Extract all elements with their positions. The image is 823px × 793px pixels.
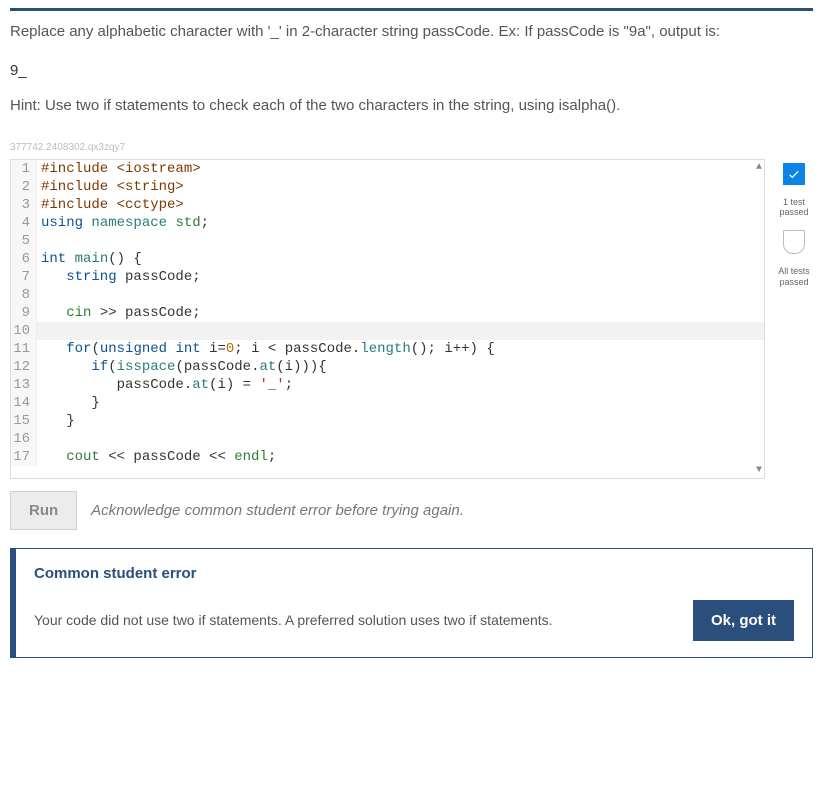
all-tests-shield-icon [783,230,805,254]
top-accent-border [10,8,813,11]
code-cell[interactable] [37,286,41,304]
status-column: 1 test passed All tests passed [775,159,813,479]
line-number: 10 [11,322,37,340]
line-number: 16 [11,430,37,448]
challenge-id: 377742.2408302.qx3zqy7 [10,142,813,153]
code-line[interactable]: 10 [11,322,764,340]
code-line[interactable]: 3#include <cctype> [11,196,764,214]
line-number: 15 [11,412,37,430]
common-error-panel: Common student error Your code did not u… [10,548,813,658]
line-number: 5 [11,232,37,250]
code-cell[interactable]: using namespace std; [37,214,209,232]
code-line[interactable]: 9 cin >> passCode; [11,304,764,322]
ok-got-it-button[interactable]: Ok, got it [693,600,794,641]
line-number: 1 [11,160,37,178]
editor-wrap: ▲ 1#include <iostream>2#include <string>… [10,159,813,479]
code-line[interactable]: 11 for(unsigned int i=0; i < passCode.le… [11,340,764,358]
code-cell[interactable]: cout << passCode << endl; [37,448,276,466]
code-line[interactable]: 6int main() { [11,250,764,268]
scroll-down-icon[interactable]: ▼ [756,465,762,476]
error-panel-message: Your code did not use two if statements.… [34,612,553,628]
code-line[interactable]: 7 string passCode; [11,268,764,286]
code-line[interactable]: 5 [11,232,764,250]
ack-message: Acknowledge common student error before … [91,502,464,519]
code-line[interactable]: 15 } [11,412,764,430]
code-line[interactable]: 17 cout << passCode << endl; [11,448,764,466]
code-line[interactable]: 8 [11,286,764,304]
line-number: 12 [11,358,37,376]
run-row: Run Acknowledge common student error bef… [10,491,813,530]
scroll-up-icon[interactable]: ▲ [756,162,762,173]
code-line[interactable]: 1#include <iostream> [11,160,764,178]
prompt-instruction: Replace any alphabetic character with '_… [10,21,813,44]
code-cell[interactable]: } [37,412,75,430]
test-passed-check-icon [783,163,805,185]
code-cell[interactable]: passCode.at(i) = '_'; [37,376,293,394]
line-number: 14 [11,394,37,412]
test-passed-label: 1 test passed [775,197,813,219]
code-cell[interactable]: for(unsigned int i=0; i < passCode.lengt… [37,340,495,358]
line-number: 4 [11,214,37,232]
run-button[interactable]: Run [10,491,77,530]
line-number: 13 [11,376,37,394]
prompt-hint: Hint: Use two if statements to check eac… [10,97,813,114]
code-line[interactable]: 4using namespace std; [11,214,764,232]
code-line[interactable]: 16 [11,430,764,448]
code-line[interactable]: 14 } [11,394,764,412]
code-cell[interactable]: } [37,394,100,412]
code-cell[interactable] [37,430,41,448]
code-line[interactable]: 12 if(isspace(passCode.at(i))){ [11,358,764,376]
code-cell[interactable]: string passCode; [37,268,201,286]
line-number: 6 [11,250,37,268]
line-number: 11 [11,340,37,358]
code-cell[interactable]: #include <iostream> [37,160,201,178]
code-cell[interactable]: #include <cctype> [37,196,184,214]
line-number: 8 [11,286,37,304]
code-cell[interactable]: int main() { [37,250,142,268]
all-tests-label: All tests passed [775,266,813,288]
line-number: 9 [11,304,37,322]
line-number: 17 [11,448,37,466]
code-line[interactable]: 2#include <string> [11,178,764,196]
code-line[interactable]: 13 passCode.at(i) = '_'; [11,376,764,394]
code-cell[interactable] [37,322,49,340]
code-cell[interactable]: #include <string> [37,178,184,196]
code-scroll[interactable]: 1#include <iostream>2#include <string>3#… [11,160,764,478]
example-output: 9_ [10,62,813,79]
code-cell[interactable] [37,232,41,250]
code-editor[interactable]: ▲ 1#include <iostream>2#include <string>… [10,159,765,479]
line-number: 3 [11,196,37,214]
code-cell[interactable]: cin >> passCode; [37,304,201,322]
error-panel-title: Common student error [34,565,794,582]
code-cell[interactable]: if(isspace(passCode.at(i))){ [37,358,327,376]
line-number: 7 [11,268,37,286]
line-number: 2 [11,178,37,196]
